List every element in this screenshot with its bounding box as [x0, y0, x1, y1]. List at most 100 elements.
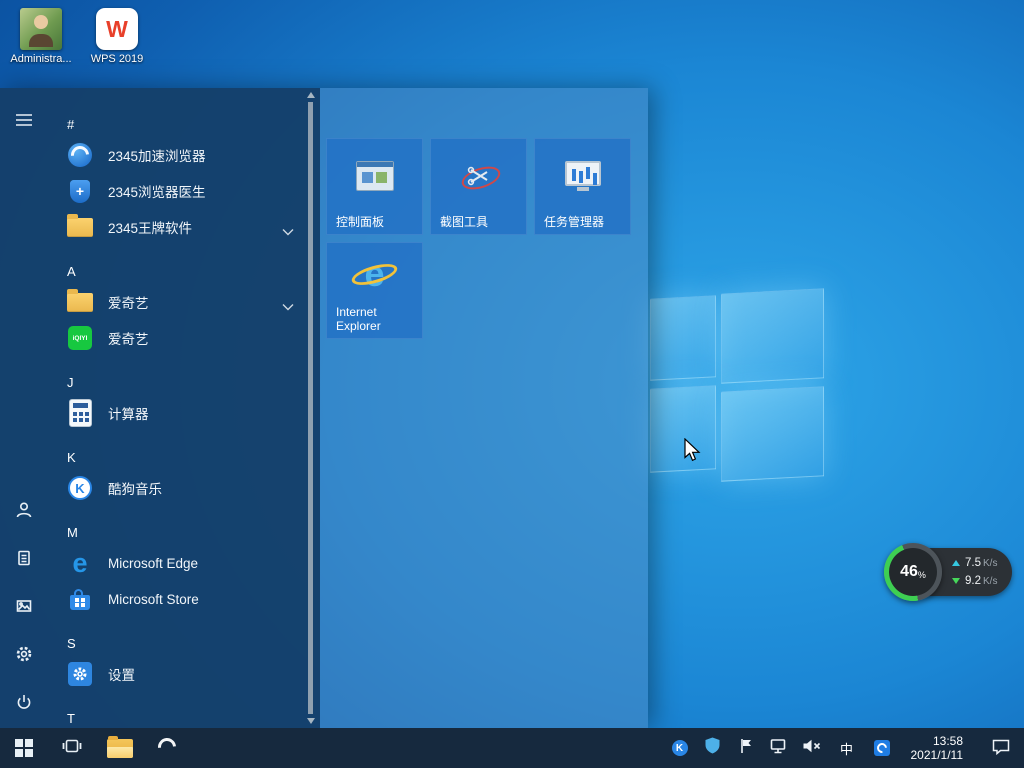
windows-logo-pane	[721, 288, 824, 383]
start-menu-rail	[0, 88, 48, 728]
windows-logo-pane	[721, 386, 824, 481]
upload-arrow-icon	[952, 560, 960, 566]
app-label: 爱奇艺	[108, 328, 149, 348]
app-label: 设置	[108, 664, 135, 684]
task-manager-icon	[535, 153, 630, 199]
internet-explorer-icon	[327, 251, 422, 297]
2345-browser-icon	[155, 735, 181, 761]
app-item-iqiyi[interactable]: 爱奇艺	[48, 320, 304, 356]
start-button[interactable]	[0, 728, 48, 768]
document-icon	[14, 548, 34, 573]
edge-icon	[65, 548, 95, 578]
download-speed-value: 9.2	[965, 575, 981, 587]
upload-speed-row: 7.5 K/s	[952, 554, 997, 572]
app-item-kugou-music[interactable]: 酷狗音乐	[48, 470, 304, 506]
browser-tray-icon	[874, 740, 890, 756]
tile-snipping-tool[interactable]: 截图工具	[430, 138, 527, 235]
app-label: 计算器	[108, 403, 149, 423]
app-label: 爱奇艺	[108, 292, 149, 312]
store-icon	[65, 584, 95, 614]
expand-menu-button[interactable]	[0, 98, 48, 146]
section-header-s[interactable]: S	[48, 617, 304, 656]
app-item-microsoft-store[interactable]: Microsoft Store	[48, 581, 304, 617]
section-header-a[interactable]: A	[48, 245, 304, 284]
scroll-up-arrow-icon[interactable]	[307, 92, 315, 98]
task-view-button[interactable]	[48, 728, 96, 768]
power-button[interactable]	[0, 680, 48, 728]
network-speed-widget[interactable]: 46 % 7.5 K/s 9.2 K/s	[884, 543, 1012, 601]
app-item-calculator[interactable]: 计算器	[48, 395, 304, 431]
desktop-icon-administrator[interactable]: Administra...	[8, 8, 74, 65]
section-header-t[interactable]: T	[48, 692, 304, 728]
app-label: 2345加速浏览器	[108, 145, 206, 165]
folder-icon	[65, 287, 95, 317]
ime-indicator[interactable]: 中	[835, 739, 859, 758]
browser-button[interactable]	[144, 728, 192, 768]
volume-muted-button[interactable]	[802, 728, 822, 768]
app-group-iqiyi[interactable]: 爱奇艺	[48, 284, 304, 320]
app-item-2345-browser[interactable]: 2345加速浏览器	[48, 137, 304, 173]
section-header-m[interactable]: M	[48, 506, 304, 545]
file-explorer-icon	[107, 739, 133, 758]
folder-icon	[65, 212, 95, 242]
scrollbar-thumb[interactable]	[308, 102, 313, 714]
iqiyi-icon	[65, 323, 95, 353]
documents-button[interactable]	[0, 536, 48, 584]
tray-icon-security-shield[interactable]	[703, 728, 723, 768]
scroll-down-arrow-icon[interactable]	[307, 718, 315, 724]
app-label: 2345浏览器医生	[108, 181, 206, 201]
app-group-2345-software[interactable]: 2345王牌软件	[48, 209, 304, 245]
speed-rows: 7.5 K/s 9.2 K/s	[952, 554, 997, 590]
tile-label: 任务管理器	[544, 215, 625, 229]
network-monitor-icon	[770, 738, 788, 759]
desktop-icon-wps-2019[interactable]: WPS 2019	[84, 8, 150, 65]
tile-internet-explorer[interactable]: Internet Explorer	[326, 242, 423, 339]
usage-gauge: 46 %	[884, 543, 942, 601]
tray-icon-kugou[interactable]	[670, 728, 690, 768]
tile-label: Internet Explorer	[336, 305, 417, 333]
section-header-hash[interactable]: #	[48, 98, 304, 137]
app-item-2345-browser-doctor[interactable]: 2345浏览器医生	[48, 173, 304, 209]
download-arrow-icon	[952, 578, 960, 584]
user-icon	[14, 500, 34, 525]
desktop-icon-label: Administra...	[8, 53, 74, 65]
windows-logo-icon	[15, 739, 33, 757]
app-item-settings[interactable]: 设置	[48, 656, 304, 692]
power-icon	[14, 692, 34, 717]
tile-label: 控制面板	[336, 215, 417, 229]
gear-icon	[14, 644, 34, 669]
notification-center-button[interactable]	[982, 728, 1020, 768]
volume-muted-icon	[802, 738, 822, 759]
chevron-down-icon	[282, 223, 294, 241]
pictures-button[interactable]	[0, 584, 48, 632]
app-list-scrollbar[interactable]	[306, 90, 316, 726]
download-speed-unit: K/s	[983, 576, 997, 587]
section-header-j[interactable]: J	[48, 356, 304, 395]
notification-icon	[991, 737, 1011, 760]
desktop-icon-label: WPS 2019	[84, 53, 150, 65]
control-panel-icon	[327, 153, 422, 199]
tray-icon-flag[interactable]	[736, 728, 756, 768]
app-item-microsoft-edge[interactable]: Microsoft Edge	[48, 545, 304, 581]
tray-icon-browser[interactable]	[872, 728, 892, 768]
file-explorer-button[interactable]	[96, 728, 144, 768]
administrator-icon	[20, 8, 62, 50]
usage-percent: 46	[900, 563, 918, 581]
tile-task-manager[interactable]: 任务管理器	[534, 138, 631, 235]
tile-control-panel[interactable]: 控制面板	[326, 138, 423, 235]
system-tray: 中 13:58 2021/1/11	[670, 728, 1024, 768]
2345-browser-icon	[65, 140, 95, 170]
user-account-button[interactable]	[0, 488, 48, 536]
chevron-down-icon	[282, 298, 294, 316]
settings-button[interactable]	[0, 632, 48, 680]
settings-icon	[65, 659, 95, 689]
hamburger-icon	[15, 113, 33, 132]
screen: Administra... WPS 2019	[0, 0, 1024, 768]
section-header-k[interactable]: K	[48, 431, 304, 470]
flag-icon	[739, 738, 753, 759]
shield-icon	[65, 176, 95, 206]
picture-icon	[14, 596, 34, 621]
taskbar-clock[interactable]: 13:58 2021/1/11	[905, 734, 970, 762]
tray-icon-network[interactable]	[769, 728, 789, 768]
shield-icon	[705, 737, 720, 759]
